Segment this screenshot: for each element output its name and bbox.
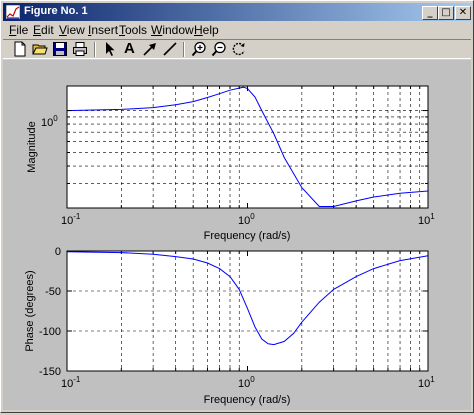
toolbar: A [3,39,471,59]
insert-arrow-button[interactable] [141,41,159,58]
phase-y-label: Phase (degrees) [24,270,36,351]
matlab-figure-icon [6,5,20,19]
figure-window: Figure No. 1 _ □ ✕ File Edit View Insert… [0,0,474,413]
menu-view[interactable]: View [59,23,85,37]
phase-x-tick-3: 101 [418,375,435,390]
menu-file[interactable]: File [9,23,28,37]
close-icon: ✕ [458,7,468,18]
menu-bar: File Edit View Insert Tools Window Help [3,21,471,39]
phase-x-tick-1: 10-1 [61,375,81,390]
phase-y-tick-100: -100 [39,326,61,338]
minimize-icon: _ [427,7,433,18]
zoom-in-button[interactable] [190,41,208,58]
figure-canvas: 10-1 100 101 100 Frequency (rad/s) Magni… [3,60,471,410]
print-button[interactable] [71,41,89,58]
window-title: Figure No. 1 [24,5,88,17]
save-icon [53,42,67,56]
line-tool-icon [163,42,177,56]
toolbar-separator [183,42,185,57]
phase-y-tick-50: -50 [45,286,61,298]
save-button[interactable] [51,41,69,58]
figure-svg: 10-1 100 101 100 Frequency (rad/s) Magni… [24,85,435,406]
magnitude-y-tick-1: 100 [41,114,58,129]
insert-line-button[interactable] [161,41,179,58]
toolbar-separator [94,42,96,57]
magnitude-x-tick-1: 10-1 [61,212,81,227]
zoom-out-icon [211,41,226,57]
magnitude-x-tick-2: 100 [238,212,255,227]
close-button[interactable]: ✕ [455,6,471,20]
phase-y-tick-0: 0 [55,246,61,258]
maximize-icon: □ [441,7,451,18]
pointer-icon [106,42,115,56]
print-icon [73,42,87,56]
menu-help[interactable]: Help [194,23,219,37]
insert-text-button[interactable]: A [121,40,139,58]
magnitude-x-tick-3: 101 [418,212,435,227]
menu-window[interactable]: Window [151,23,194,37]
menu-edit[interactable]: Edit [33,23,54,37]
magnitude-y-label: Magnitude [26,121,38,172]
text-tool-icon: A [124,40,135,57]
open-file-button[interactable] [31,41,49,58]
rotate-icon [232,42,245,56]
open-folder-icon [32,44,48,55]
phase-x-tick-2: 100 [238,375,255,390]
new-figure-button[interactable] [11,41,29,58]
minimize-button[interactable]: _ [422,6,438,20]
title-bar[interactable]: Figure No. 1 _ □ ✕ [3,3,471,21]
menu-insert[interactable]: Insert [88,23,118,37]
magnitude-x-label: Frequency (rad/s) [204,230,291,242]
phase-x-label: Frequency (rad/s) [204,394,291,406]
menu-tools[interactable]: Tools [119,23,147,37]
magnitude-axes: 10-1 100 101 100 Frequency (rad/s) Magni… [26,85,435,242]
rotate-3d-button[interactable] [230,41,248,58]
phase-axes: 10-1 100 101 0 -50 -100 -150 Frequency (… [24,246,435,406]
edit-plot-button[interactable] [101,41,119,58]
arrow-tool-icon [143,43,156,56]
phase-y-tick-150: -150 [39,366,61,378]
zoom-out-button[interactable] [210,41,228,58]
new-file-icon [14,41,26,57]
zoom-in-icon [191,41,206,57]
maximize-button[interactable]: □ [438,6,454,20]
